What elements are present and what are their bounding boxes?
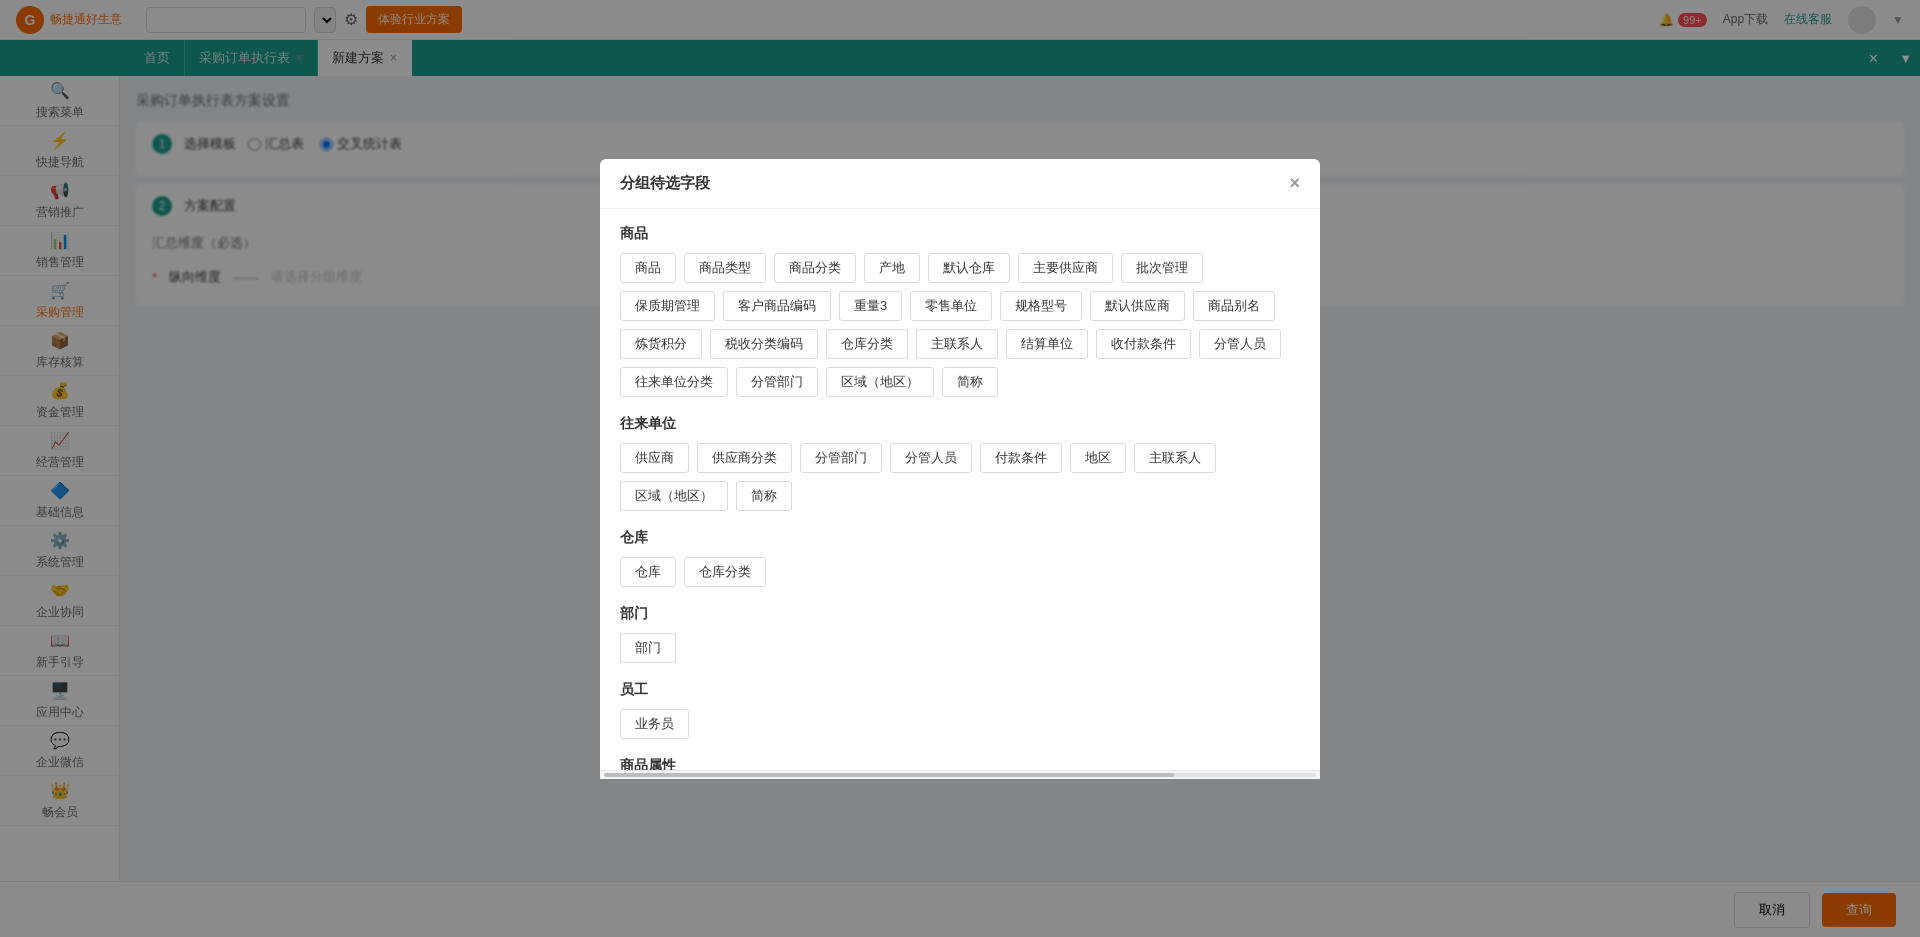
field-tag-pay-terms[interactable]: 付款条件 — [980, 443, 1062, 473]
modal-header: 分组待选字段 × — [600, 159, 1320, 209]
field-tag-region-counter[interactable]: 区域（地区） — [620, 481, 728, 511]
field-tag-product-type[interactable]: 商品类型 — [684, 253, 766, 283]
field-tag-warehouse-category[interactable]: 仓库分类 — [826, 329, 908, 359]
field-tag-salesperson[interactable]: 业务员 — [620, 709, 689, 739]
field-tag-main-supplier[interactable]: 主要供应商 — [1018, 253, 1113, 283]
modal-overlay: 分组待选字段 × 商品 商品 商品类型 商品分类 产地 默认仓库 主要供应商 批… — [0, 0, 1920, 937]
group-title-employee: 员工 — [620, 681, 1300, 699]
field-tags-warehouse: 仓库 仓库分类 — [620, 557, 1300, 587]
field-group-dept: 部门 部门 — [620, 605, 1300, 663]
field-tag-warehouse-cat[interactable]: 仓库分类 — [684, 557, 766, 587]
field-tag-default-supplier[interactable]: 默认供应商 — [1090, 291, 1185, 321]
field-tag-product-alias[interactable]: 商品别名 — [1193, 291, 1275, 321]
field-tag-supplier-category[interactable]: 供应商分类 — [697, 443, 792, 473]
field-tag-manage-dept[interactable]: 分管部门 — [736, 367, 818, 397]
field-group-product: 商品 商品 商品类型 商品分类 产地 默认仓库 主要供应商 批次管理 保质期管理… — [620, 225, 1300, 397]
field-tag-supplier[interactable]: 供应商 — [620, 443, 689, 473]
field-tag-district[interactable]: 地区 — [1070, 443, 1126, 473]
field-tag-retail-unit[interactable]: 零售单位 — [910, 291, 992, 321]
field-tag-customer-code[interactable]: 客户商品编码 — [723, 291, 831, 321]
field-tag-product[interactable]: 商品 — [620, 253, 676, 283]
group-title-counterparty: 往来单位 — [620, 415, 1300, 433]
field-tag-refine-points[interactable]: 炼货积分 — [620, 329, 702, 359]
field-tag-product-category[interactable]: 商品分类 — [774, 253, 856, 283]
field-tag-counterparty-category[interactable]: 往来单位分类 — [620, 367, 728, 397]
field-tag-weight3[interactable]: 重量3 — [839, 291, 902, 321]
field-group-counterparty: 往来单位 供应商 供应商分类 分管部门 分管人员 付款条件 地区 主联系人 区域… — [620, 415, 1300, 511]
field-tags-dept: 部门 — [620, 633, 1300, 663]
field-tag-main-contact[interactable]: 主联系人 — [916, 329, 998, 359]
field-tag-warehouse[interactable]: 仓库 — [620, 557, 676, 587]
field-group-product-attr: 商品属性 属性 颜色 多规格 尺码 鞋码 1 — [620, 757, 1300, 771]
field-tags-employee: 业务员 — [620, 709, 1300, 739]
modal-hscrollbar[interactable] — [600, 770, 1320, 778]
field-tag-default-warehouse[interactable]: 默认仓库 — [928, 253, 1010, 283]
field-group-employee: 员工 业务员 — [620, 681, 1300, 739]
field-tag-tax-code[interactable]: 税收分类编码 — [710, 329, 818, 359]
field-tag-batch-mgmt[interactable]: 批次管理 — [1121, 253, 1203, 283]
field-tag-manager[interactable]: 分管人员 — [1199, 329, 1281, 359]
field-tag-abbr-counter[interactable]: 简称 — [736, 481, 792, 511]
field-tag-dept[interactable]: 部门 — [620, 633, 676, 663]
group-title-dept: 部门 — [620, 605, 1300, 623]
field-tags-product: 商品 商品类型 商品分类 产地 默认仓库 主要供应商 批次管理 保质期管理 客户… — [620, 253, 1300, 397]
field-tag-region-product[interactable]: 区域（地区） — [826, 367, 934, 397]
field-tags-counterparty: 供应商 供应商分类 分管部门 分管人员 付款条件 地区 主联系人 区域（地区） … — [620, 443, 1300, 511]
field-tag-payment-terms[interactable]: 收付款条件 — [1096, 329, 1191, 359]
field-tag-manage-person[interactable]: 分管人员 — [890, 443, 972, 473]
group-title-warehouse: 仓库 — [620, 529, 1300, 547]
group-title-product: 商品 — [620, 225, 1300, 243]
modal-body: 商品 商品 商品类型 商品分类 产地 默认仓库 主要供应商 批次管理 保质期管理… — [600, 209, 1320, 771]
modal: 分组待选字段 × 商品 商品 商品类型 商品分类 产地 默认仓库 主要供应商 批… — [600, 159, 1320, 779]
group-title-product-attr: 商品属性 — [620, 757, 1300, 771]
field-tag-origin[interactable]: 产地 — [864, 253, 920, 283]
field-tag-spec-model[interactable]: 规格型号 — [1000, 291, 1082, 321]
field-tag-abbr-product[interactable]: 简称 — [942, 367, 998, 397]
modal-title: 分组待选字段 — [620, 174, 710, 193]
field-group-warehouse: 仓库 仓库 仓库分类 — [620, 529, 1300, 587]
modal-close-btn[interactable]: × — [1289, 173, 1300, 194]
field-tag-shelf-life[interactable]: 保质期管理 — [620, 291, 715, 321]
field-tag-settlement-unit[interactable]: 结算单位 — [1006, 329, 1088, 359]
field-tag-main-contact2[interactable]: 主联系人 — [1134, 443, 1216, 473]
field-tag-manage-dept2[interactable]: 分管部门 — [800, 443, 882, 473]
